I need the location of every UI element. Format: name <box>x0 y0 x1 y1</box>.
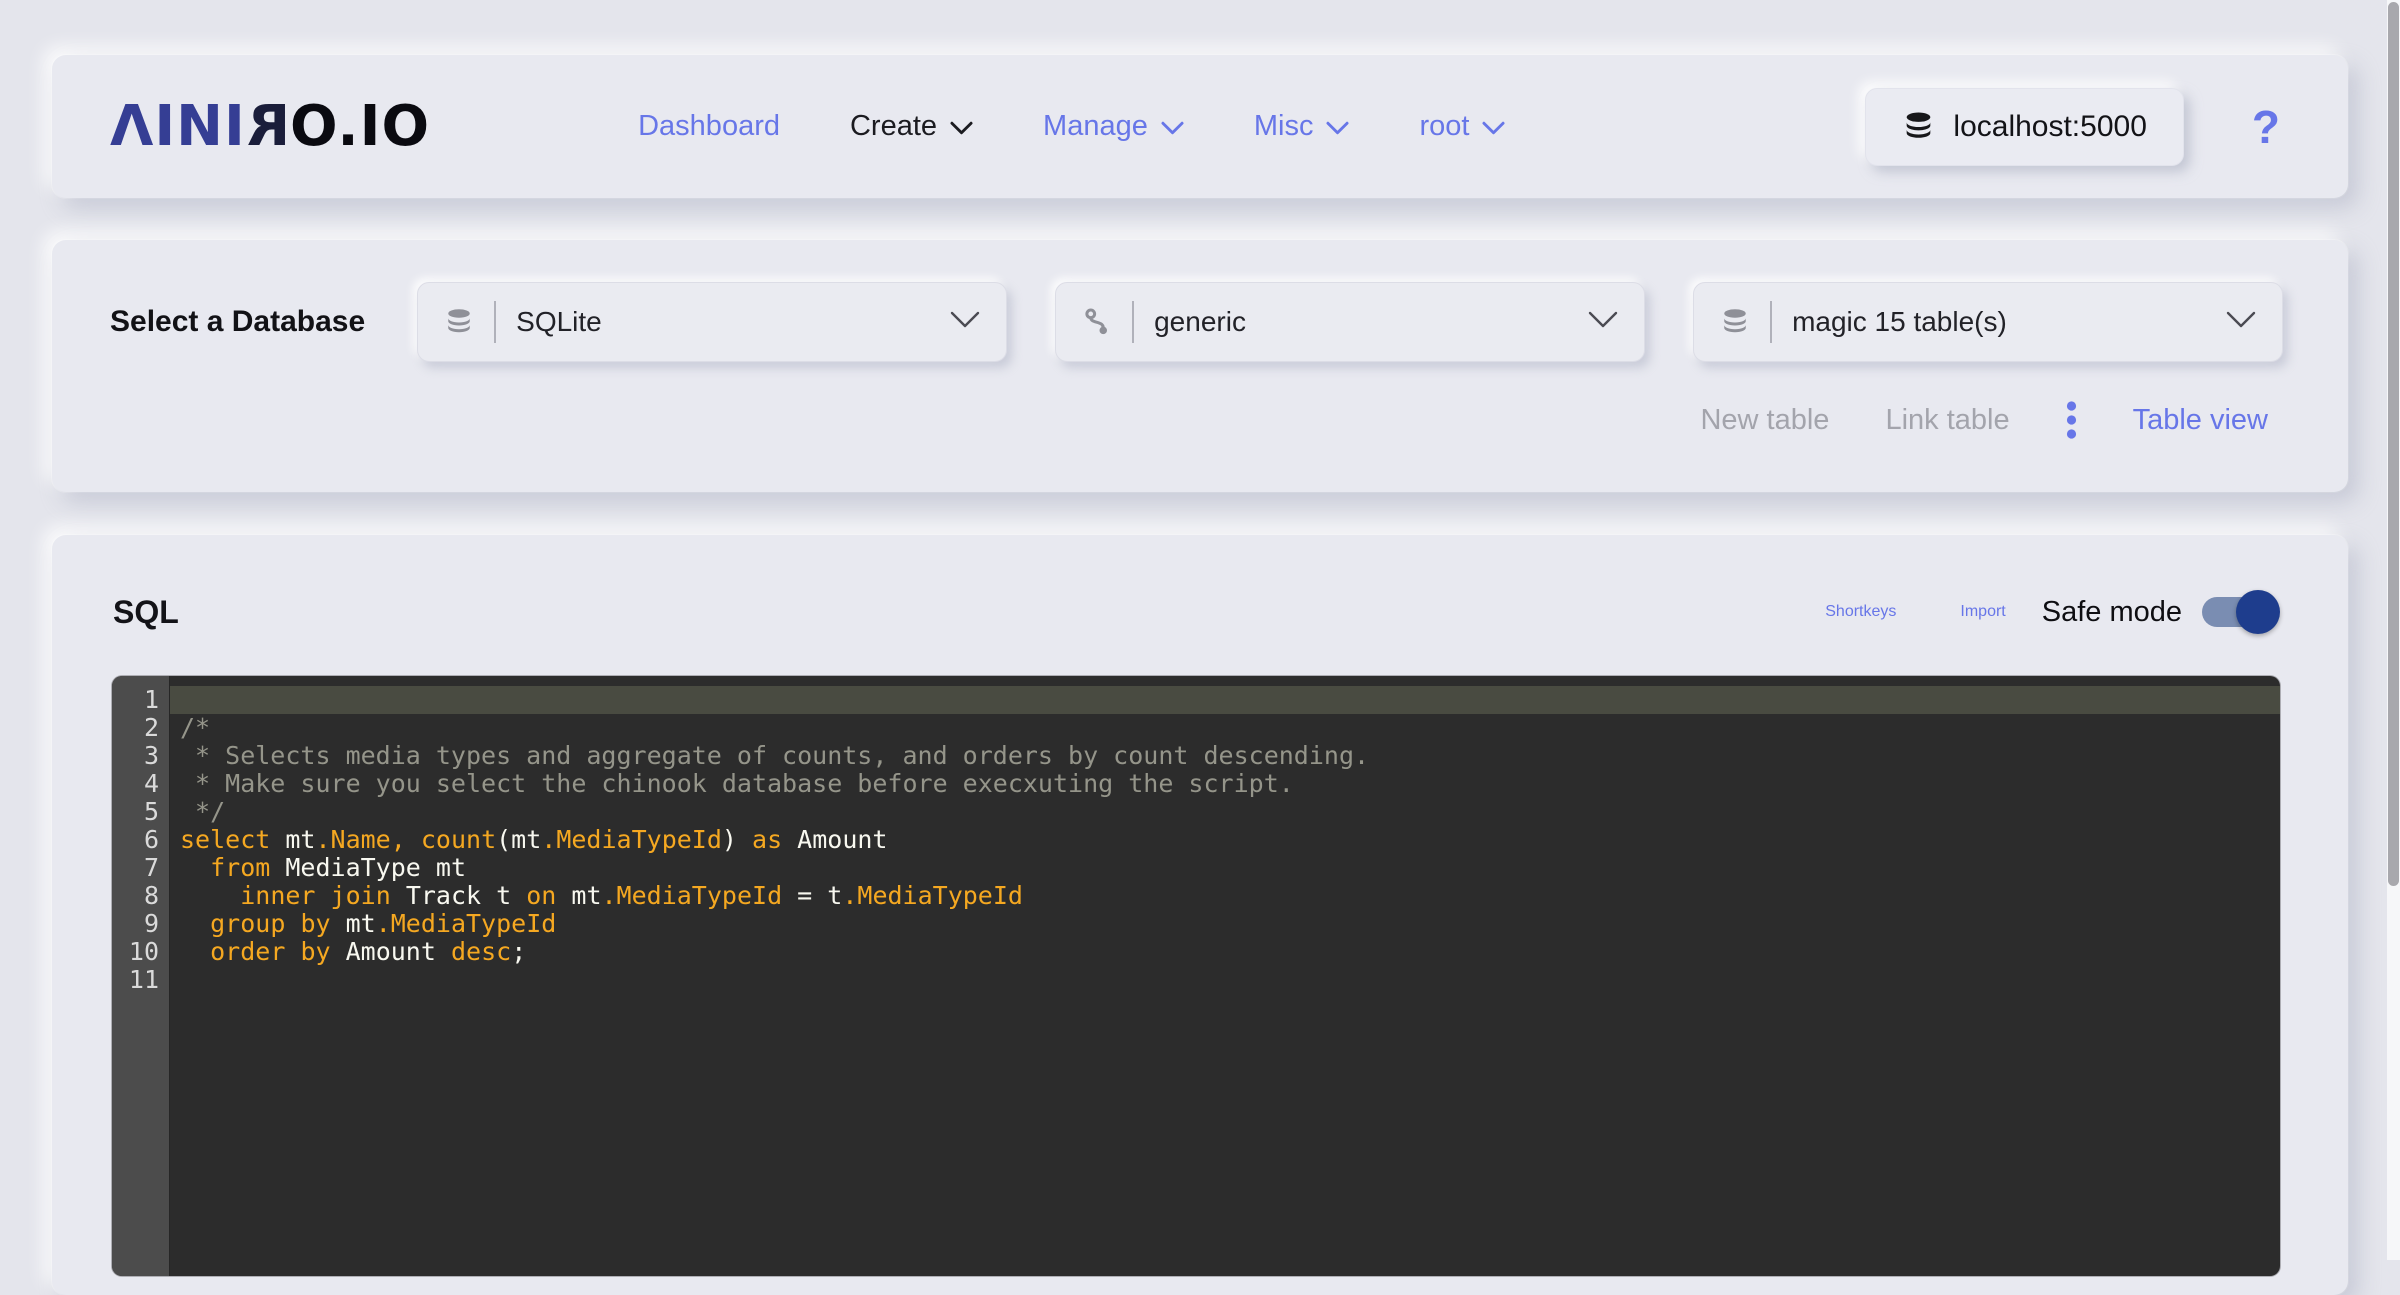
selected-catalog: magic 15 table(s) <box>1792 306 2007 337</box>
line-number: 9 <box>143 909 159 938</box>
chevron-down-icon <box>950 311 980 333</box>
top-navbar: ΛINIRO.IO Dashboard Create Manage Misc r… <box>52 55 2348 198</box>
connection-icon <box>1082 307 1112 337</box>
menu-item-manage[interactable]: Manage <box>1043 110 1184 143</box>
ainiro-logo[interactable]: ΛINIRO.IO <box>110 94 430 159</box>
database-icon <box>1902 110 1935 143</box>
select-database-label: Select a Database <box>110 305 366 338</box>
divider <box>1132 301 1135 343</box>
sql-panel-header: SQL Shortkeys Import Safe mode <box>113 589 2282 635</box>
database-icon <box>1720 307 1750 337</box>
logo-text-blue: ΛINI <box>110 94 246 159</box>
menu-item-label: Misc <box>1253 110 1314 142</box>
chevron-down-icon <box>1326 110 1349 143</box>
server-endpoint-label: localhost:5000 <box>1953 109 2147 143</box>
logo-text-dark: O.IO <box>290 94 431 159</box>
divider <box>494 301 497 343</box>
selected-connection: generic <box>1154 306 1246 337</box>
code-line: group by mt.MediaTypeId <box>210 909 557 938</box>
code-line: * Selects media types and aggregate of c… <box>180 741 1370 770</box>
selected-database-type: SQLite <box>516 306 602 337</box>
divider <box>1770 301 1773 343</box>
line-number: 5 <box>143 797 159 826</box>
chevron-down-icon <box>1588 311 1618 333</box>
new-table-button[interactable]: New table <box>1700 404 1829 437</box>
navbar-right: localhost:5000 ? <box>1865 87 2290 166</box>
editor-gutter: 1 2 3 4 5 6 7 8 9 10 11 <box>112 676 170 1276</box>
main-menu: Dashboard Create Manage Misc root <box>638 110 1505 143</box>
menu-item-misc[interactable]: Misc <box>1254 110 1350 143</box>
safe-mode-label: Safe mode <box>2041 595 2182 628</box>
help-icon[interactable]: ? <box>2252 100 2280 154</box>
chevron-down-icon <box>2226 311 2256 333</box>
page-scrollbar-thumb[interactable] <box>2388 2 2399 886</box>
chevron-down-icon <box>950 110 973 143</box>
line-number: 4 <box>143 769 159 798</box>
menu-item-dashboard[interactable]: Dashboard <box>638 110 780 143</box>
code-line: from MediaType mt <box>210 853 466 882</box>
database-selector-row: Select a Database SQLite generic magic 1… <box>110 282 2284 362</box>
import-link[interactable]: Import <box>1960 603 2005 621</box>
menu-item-label: Dashboard <box>638 110 780 142</box>
database-panel: Select a Database SQLite generic magic 1… <box>52 240 2348 492</box>
menu-item-root[interactable]: root <box>1419 110 1505 143</box>
menu-item-label: Manage <box>1043 110 1148 142</box>
page-scrollbar-track[interactable] <box>2387 0 2400 1260</box>
line-number: 7 <box>143 853 159 882</box>
logo-mirrored-r: R <box>245 94 291 159</box>
shortkeys-link[interactable]: Shortkeys <box>1825 603 1896 621</box>
sql-panel: SQL Shortkeys Import Safe mode 123456789… <box>52 535 2348 1295</box>
table-view-button[interactable]: Table view <box>2133 404 2268 437</box>
chevron-down-icon <box>1482 110 1505 143</box>
code-line <box>170 686 2280 714</box>
line-number: 11 <box>128 965 159 994</box>
line-number: 3 <box>143 741 159 770</box>
code-line: /* <box>180 713 211 742</box>
link-table-button[interactable]: Link table <box>1885 404 2009 437</box>
line-number: 1 <box>143 685 159 714</box>
code-line: order by Amount desc; <box>210 937 527 966</box>
menu-item-label: root <box>1419 110 1470 142</box>
line-number: 2 <box>143 713 159 742</box>
line-number: 10 <box>128 937 159 966</box>
catalog-select[interactable]: magic 15 table(s) <box>1693 282 2284 362</box>
safe-mode-control: Safe mode <box>2041 590 2282 634</box>
table-actions-row: New table Link table Table view <box>1700 398 2268 442</box>
kebab-menu-icon[interactable] <box>2066 401 2077 439</box>
menu-item-create[interactable]: Create <box>850 110 973 143</box>
code-line: * Make sure you select the chinook datab… <box>180 769 1294 798</box>
code-line: inner join Track t on mt.MediaTypeId = t… <box>240 881 1023 910</box>
editor-code: /* * Selects media types and aggregate o… <box>170 676 2280 1276</box>
sql-title: SQL <box>113 593 179 630</box>
line-number: 8 <box>143 881 159 910</box>
sql-code-editor[interactable]: 1 2 3 4 5 6 7 8 9 10 11 /* * Selects media types a… <box>112 676 2280 1276</box>
connection-string-select[interactable]: generic <box>1055 282 1646 362</box>
chevron-down-icon <box>1161 110 1184 143</box>
database-icon <box>444 307 474 337</box>
server-endpoint-button[interactable]: localhost:5000 <box>1865 87 2184 166</box>
database-type-select[interactable]: SQLite <box>417 282 1008 362</box>
code-line: */ <box>180 797 226 826</box>
safe-mode-toggle[interactable] <box>2202 590 2280 634</box>
toggle-thumb <box>2236 590 2280 634</box>
code-line: select mt.Name, count(mt.MediaTypeId) as… <box>180 825 888 854</box>
line-number: 6 <box>143 825 159 854</box>
menu-item-label: Create <box>849 110 938 142</box>
